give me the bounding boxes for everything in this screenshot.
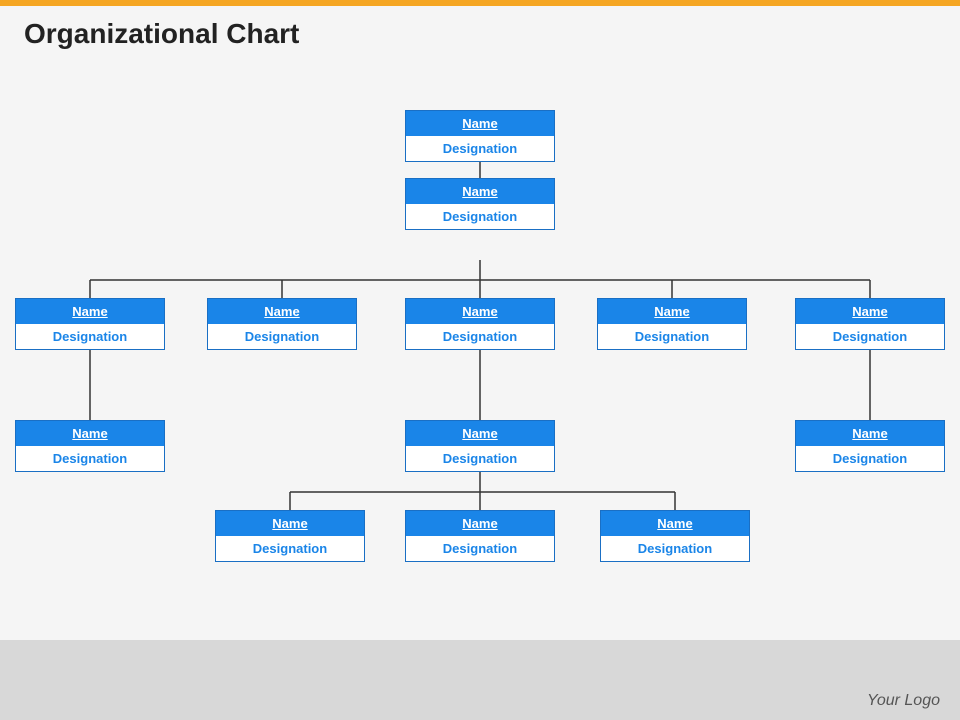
node-l2-3-designation: Designation (406, 324, 554, 349)
node-l2-4-name: Name (598, 299, 746, 324)
node-l3-5-name: Name (796, 421, 944, 446)
node-l2-2-designation: Designation (208, 324, 356, 349)
node-l4-3a: Name Designation (215, 510, 365, 562)
node-l4-3c: Name Designation (600, 510, 750, 562)
node-l2-1-name: Name (16, 299, 164, 324)
bottom-bar: Your Logo (0, 640, 960, 720)
node-l2-2-name: Name (208, 299, 356, 324)
node-root-name: Name (406, 111, 554, 136)
node-l2-4: Name Designation (597, 298, 747, 350)
chart-area: Name Designation Name Designation Name D… (0, 60, 960, 680)
node-l4-3a-name: Name (216, 511, 364, 536)
node-l4-3c-designation: Designation (601, 536, 749, 561)
node-l3-3: Name Designation (405, 420, 555, 472)
node-level1-name: Name (406, 179, 554, 204)
node-l3-1-name: Name (16, 421, 164, 446)
node-root-designation: Designation (406, 136, 554, 161)
node-l4-3b-name: Name (406, 511, 554, 536)
node-l2-2: Name Designation (207, 298, 357, 350)
page: Organizational Chart (0, 0, 960, 720)
node-l3-5-designation: Designation (796, 446, 944, 471)
node-l2-5: Name Designation (795, 298, 945, 350)
node-l2-3-name: Name (406, 299, 554, 324)
node-l2-3: Name Designation (405, 298, 555, 350)
node-l2-5-name: Name (796, 299, 944, 324)
node-l4-3b-designation: Designation (406, 536, 554, 561)
node-l4-3b: Name Designation (405, 510, 555, 562)
node-l3-3-name: Name (406, 421, 554, 446)
node-l2-4-designation: Designation (598, 324, 746, 349)
top-accent-bar (0, 0, 960, 6)
node-l3-5: Name Designation (795, 420, 945, 472)
node-l2-1-designation: Designation (16, 324, 164, 349)
node-level1: Name Designation (405, 178, 555, 230)
node-l3-1-designation: Designation (16, 446, 164, 471)
node-l3-1: Name Designation (15, 420, 165, 472)
node-level1-designation: Designation (406, 204, 554, 229)
node-l2-1: Name Designation (15, 298, 165, 350)
node-l4-3a-designation: Designation (216, 536, 364, 561)
node-l4-3c-name: Name (601, 511, 749, 536)
node-l3-3-designation: Designation (406, 446, 554, 471)
node-l2-5-designation: Designation (796, 324, 944, 349)
page-title: Organizational Chart (0, 0, 960, 60)
logo-text: Your Logo (867, 692, 940, 710)
node-root: Name Designation (405, 110, 555, 162)
